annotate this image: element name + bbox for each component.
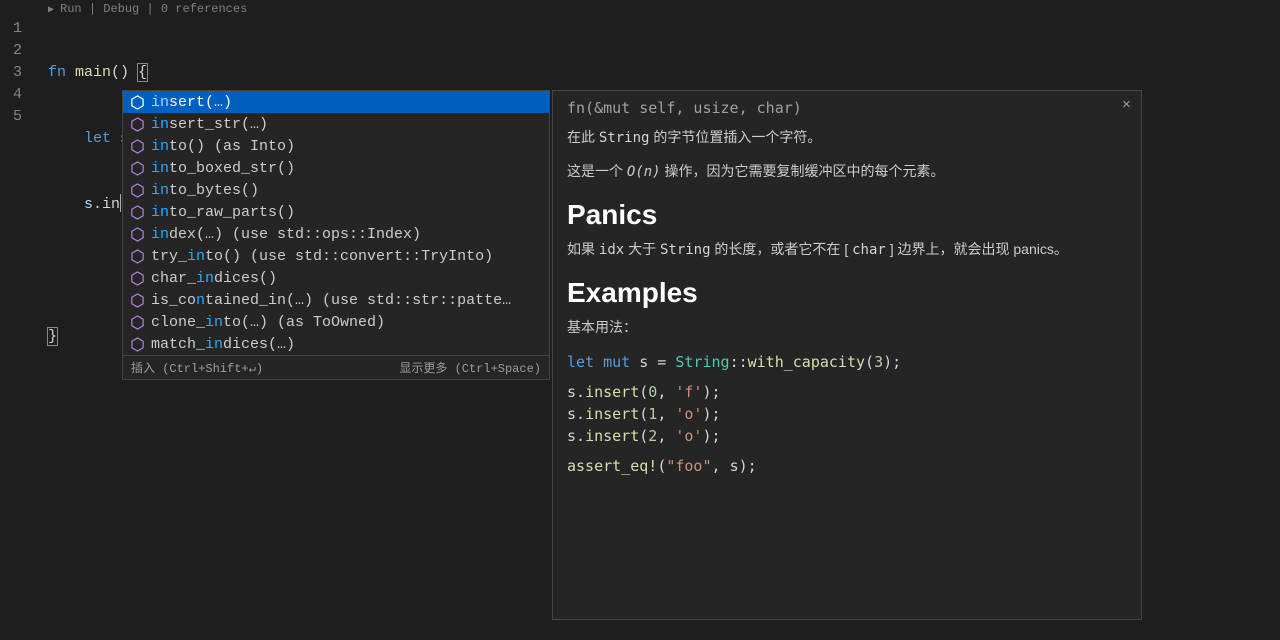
suggestion-item[interactable]: index(…) (use std::ops::Index) (123, 223, 549, 245)
suggestion-label: into_boxed_str() (151, 160, 295, 177)
documentation-widget[interactable]: × fn(&mut self, usize, char) 在此 String 的… (552, 90, 1142, 620)
doc-paragraph: 基本用法： (567, 317, 1127, 337)
suggestion-item[interactable]: into_raw_parts() (123, 201, 549, 223)
doc-code-block: s.insert(0, 'f'); s.insert(1, 'o'); s.in… (567, 381, 1127, 447)
suggestion-label: index(…) (use std::ops::Index) (151, 226, 421, 243)
suggestion-label: into() (as Into) (151, 138, 295, 155)
doc-code-block: let mut s = String::with_capacity(3); (567, 351, 1127, 373)
method-icon (129, 336, 145, 352)
method-icon (129, 248, 145, 264)
line-number: 1 (0, 18, 30, 40)
suggestion-label: into_bytes() (151, 182, 259, 199)
suggestion-item[interactable]: into_boxed_str() (123, 157, 549, 179)
line-number: 3 (0, 62, 30, 84)
suggestion-label: char_indices() (151, 270, 277, 287)
suggestion-label: try_into() (use std::convert::TryInto) (151, 248, 493, 265)
close-icon[interactable]: × (1122, 97, 1131, 114)
suggestion-status-bar: 插入 (Ctrl+Shift+↵) 显示更多 (Ctrl+Space) (123, 355, 549, 379)
suggestion-item[interactable]: insert(…) (123, 91, 549, 113)
suggestion-item[interactable]: into_bytes() (123, 179, 549, 201)
text-cursor (120, 194, 121, 212)
method-icon (129, 270, 145, 286)
method-icon (129, 292, 145, 308)
doc-heading-panics: Panics (567, 199, 1127, 231)
suggestion-label: is_contained_in(…) (use std::str::patte… (151, 292, 511, 309)
suggestion-label: into_raw_parts() (151, 204, 295, 221)
line-number-gutter: 1 2 3 4 5 (0, 18, 30, 128)
suggestion-hint-insert: 插入 (Ctrl+Shift+↵) (131, 359, 263, 376)
suggestion-label: insert(…) (151, 94, 232, 111)
suggestion-item[interactable]: match_indices(…) (123, 333, 549, 355)
suggestion-label: insert_str(…) (151, 116, 268, 133)
method-icon (129, 226, 145, 242)
code-line[interactable]: fn main() { (48, 62, 426, 84)
method-icon (129, 94, 145, 110)
suggestion-label: match_indices(…) (151, 336, 295, 353)
method-icon (129, 182, 145, 198)
line-number: 5 (0, 106, 30, 128)
code-editor[interactable]: Run | Debug | 0 references 1 2 3 4 5 fn … (0, 0, 1280, 640)
suggestion-item[interactable]: is_contained_in(…) (use std::str::patte… (123, 289, 549, 311)
doc-paragraph: 如果 idx 大于 String 的长度，或者它不在 [ char ] 边界上，… (567, 239, 1127, 259)
doc-paragraph: 在此 String 的字节位置插入一个字符。 (567, 127, 1127, 147)
method-icon (129, 116, 145, 132)
suggestion-label: clone_into(…) (as ToOwned) (151, 314, 385, 331)
suggestion-item[interactable]: try_into() (use std::convert::TryInto) (123, 245, 549, 267)
code-lens: Run | Debug | 0 references (48, 0, 247, 18)
method-icon (129, 204, 145, 220)
line-number: 2 (0, 40, 30, 62)
method-icon (129, 138, 145, 154)
doc-paragraph: 这是一个 O(n) 操作，因为它需要复制缓冲区中的每个元素。 (567, 161, 1127, 181)
codelens-references[interactable]: 0 references (161, 2, 247, 16)
doc-heading-examples: Examples (567, 277, 1127, 309)
doc-signature: fn(&mut self, usize, char) (567, 99, 1127, 117)
codelens-run[interactable]: Run (60, 2, 82, 16)
suggestion-item[interactable]: char_indices() (123, 267, 549, 289)
doc-code-block: assert_eq!("foo", s); (567, 455, 1127, 477)
method-icon (129, 314, 145, 330)
codelens-debug[interactable]: Debug (103, 2, 139, 16)
suggestion-widget[interactable]: insert(…) insert_str(…) into() (as Into) in… (122, 90, 550, 380)
suggestion-item[interactable]: clone_into(…) (as ToOwned) (123, 311, 549, 333)
suggestion-item[interactable]: into() (as Into) (123, 135, 549, 157)
method-icon (129, 160, 145, 176)
suggestion-item[interactable]: insert_str(…) (123, 113, 549, 135)
line-number: 4 (0, 84, 30, 106)
suggestion-hint-more[interactable]: 显示更多 (Ctrl+Space) (399, 359, 541, 376)
